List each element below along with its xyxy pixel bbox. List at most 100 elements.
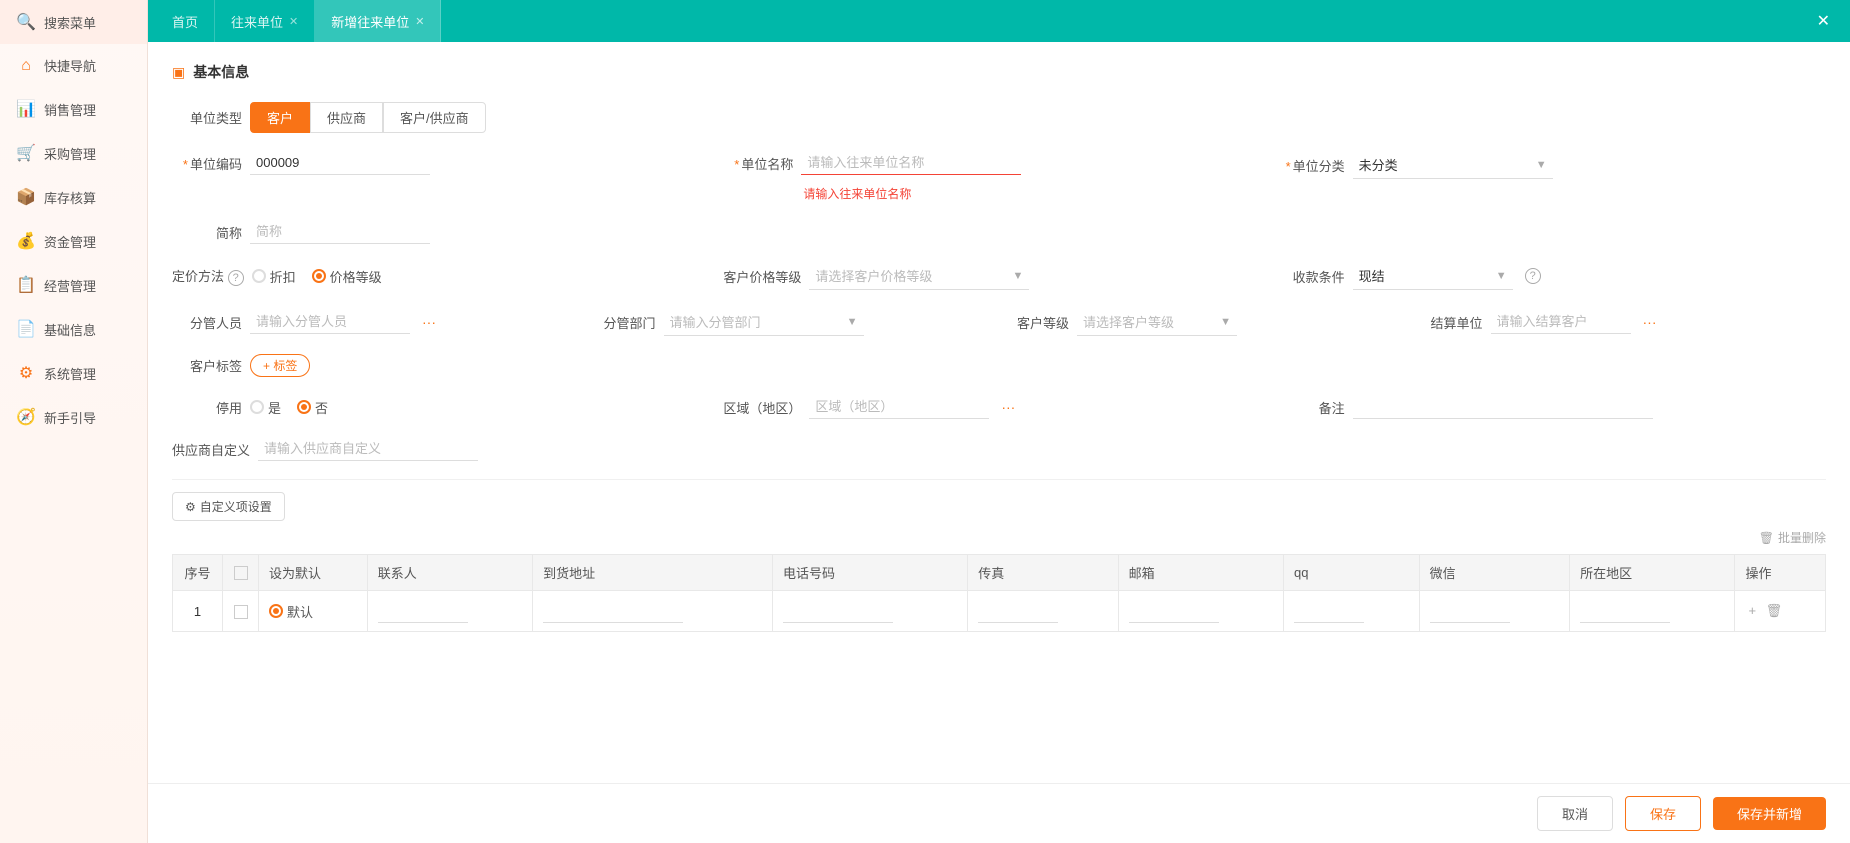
custom-settings-gear-icon: ⚙	[185, 500, 196, 514]
manager-input[interactable]	[250, 310, 410, 334]
select-all-checkbox[interactable]	[234, 566, 248, 580]
unit-category-select[interactable]: 未分类 ▼	[1353, 151, 1553, 179]
row-checkbox[interactable]	[234, 605, 248, 619]
row-default-dot	[273, 608, 279, 614]
remark-label: 备注	[1275, 398, 1345, 417]
customer-price-level-label: 客户价格等级	[723, 267, 801, 286]
region-input[interactable]	[809, 395, 989, 419]
abbr-group: 简称	[172, 220, 1826, 244]
save-button[interactable]: 保存	[1625, 796, 1701, 831]
batch-delete-button[interactable]: 🗑 批量删除	[1759, 529, 1826, 546]
payment-terms-help-icon[interactable]: ?	[1525, 268, 1541, 284]
fax-input[interactable]	[978, 599, 1058, 623]
unit-category-label: *单位分类	[1275, 156, 1345, 175]
sidebar-item-purchase[interactable]: 🛒 采购管理	[0, 131, 147, 175]
settlement-label: 结算单位	[1413, 313, 1483, 332]
customer-level-label: 客户等级	[999, 313, 1069, 332]
phone-input[interactable]	[783, 599, 893, 623]
payment-terms-label: 收款条件	[1275, 267, 1345, 286]
tag-add-label: + 标签	[263, 357, 297, 374]
unit-name-group: *单位名称 请输入往来单位名称	[723, 151, 1274, 202]
sidebar-item-basic-info[interactable]: 📄 基础信息	[0, 307, 147, 351]
section-header: ▣ 基本信息	[172, 62, 1826, 82]
sidebar-item-finance[interactable]: 💰 资金管理	[0, 219, 147, 263]
sidebar-item-sales[interactable]: 📊 销售管理	[0, 87, 147, 131]
customer-price-level-placeholder: 请选择客户价格等级	[815, 266, 1008, 285]
region-table-input[interactable]	[1580, 599, 1670, 623]
wechat-input[interactable]	[1430, 599, 1510, 623]
pricing-discount-circle	[252, 269, 266, 283]
section-title: 基本信息	[193, 62, 249, 82]
sidebar-item-system[interactable]: ⚙ 系统管理	[0, 351, 147, 395]
abbr-input[interactable]	[250, 220, 430, 244]
tab-add-counterparty-close[interactable]: ✕	[415, 15, 424, 28]
cell-phone	[773, 591, 968, 632]
row-add-btn[interactable]: +	[1745, 603, 1759, 618]
save-new-button[interactable]: 保存并新增	[1713, 797, 1826, 830]
tab-home[interactable]: 首页	[156, 0, 215, 42]
col-region: 所在地区	[1570, 555, 1735, 591]
cell-address	[533, 591, 773, 632]
sidebar-item-inventory[interactable]: 📦 库存核算	[0, 175, 147, 219]
section-icon: ▣	[172, 64, 185, 81]
row-delete-btn[interactable]: 🗑	[1763, 603, 1786, 618]
unit-type-label: 单位类型	[172, 108, 242, 127]
col-action: 操作	[1735, 555, 1826, 591]
guide-icon: 🧭	[16, 407, 36, 427]
pricing-discount-radio[interactable]: 折扣	[252, 267, 296, 286]
settlement-more-btn[interactable]: ···	[1639, 314, 1661, 330]
disabled-group: 停用 是 否	[172, 398, 723, 417]
tab-counterparty-close[interactable]: ✕	[289, 15, 298, 28]
tab-bar: 首页 往来单位 ✕ 新增往来单位 ✕ ✕	[148, 0, 1850, 42]
sidebar-item-search[interactable]: 🔍 搜索菜单	[0, 0, 147, 44]
disabled-yes-radio[interactable]: 是	[250, 398, 281, 417]
qq-input[interactable]	[1294, 599, 1364, 623]
pricing-help-icon[interactable]: ?	[228, 270, 244, 286]
cell-action: + 🗑	[1735, 591, 1826, 632]
disabled-no-circle	[297, 400, 311, 414]
unit-name-input[interactable]	[801, 151, 1021, 175]
basic-info-icon: 📄	[16, 319, 36, 339]
pricing-level-radio[interactable]: 价格等级	[312, 267, 382, 286]
settlement-input[interactable]	[1491, 310, 1631, 334]
email-input[interactable]	[1129, 599, 1219, 623]
unit-code-input[interactable]	[250, 151, 430, 175]
unit-type-both-btn[interactable]: 客户/供应商	[383, 102, 486, 133]
contact-input[interactable]	[378, 599, 468, 623]
customer-level-placeholder: 请选择客户等级	[1083, 312, 1216, 331]
department-select[interactable]: 请输入分管部门 ▼	[664, 308, 864, 336]
customer-price-level-select[interactable]: 请选择客户价格等级 ▼	[809, 262, 1029, 290]
tag-add-button[interactable]: + 标签	[250, 354, 310, 377]
sidebar-item-quick-nav-label: 快捷导航	[44, 56, 96, 75]
tab-counterparty[interactable]: 往来单位 ✕	[215, 0, 315, 42]
col-checkbox[interactable]	[223, 555, 259, 591]
address-input[interactable]	[543, 599, 683, 623]
main-area: 首页 往来单位 ✕ 新增往来单位 ✕ ✕ ▣ 基本信息 单位类型 客户 供应商 …	[148, 0, 1850, 843]
col-address: 到货地址	[533, 555, 773, 591]
sidebar-item-operations[interactable]: 📋 经营管理	[0, 263, 147, 307]
window-close-button[interactable]: ✕	[1805, 11, 1842, 31]
region-more-btn[interactable]: ···	[997, 399, 1019, 415]
cell-email	[1118, 591, 1283, 632]
disabled-no-radio[interactable]: 否	[297, 398, 328, 417]
unit-type-supplier-btn[interactable]: 供应商	[310, 102, 383, 133]
manager-more-btn[interactable]: ···	[418, 314, 440, 330]
remark-input[interactable]	[1353, 395, 1653, 419]
disabled-row: 停用 是 否 区域（地区） ···	[172, 395, 1826, 419]
tab-add-counterparty[interactable]: 新增往来单位 ✕	[315, 0, 441, 42]
customer-price-level-chevron: ▼	[1012, 270, 1023, 282]
unit-code-group: *单位编码	[172, 151, 723, 175]
payment-terms-select[interactable]: 现结 ▼	[1353, 262, 1513, 290]
supplier-custom-input[interactable]	[258, 437, 478, 461]
search-icon: 🔍	[16, 12, 36, 32]
custom-settings-button[interactable]: ⚙ 自定义项设置	[172, 492, 285, 521]
sidebar-item-guide[interactable]: 🧭 新手引导	[0, 395, 147, 439]
manager-group: 分管人员 ···	[172, 310, 586, 334]
sidebar: 🔍 搜索菜单 ⌂ 快捷导航 📊 销售管理 🛒 采购管理 📦 库存核算 💰 资金管…	[0, 0, 148, 843]
customer-level-select[interactable]: 请选择客户等级 ▼	[1077, 308, 1237, 336]
unit-type-customer-btn[interactable]: 客户	[250, 102, 310, 133]
cancel-button[interactable]: 取消	[1537, 796, 1613, 831]
sidebar-item-quick-nav[interactable]: ⌂ 快捷导航	[0, 44, 147, 87]
row-default-radio[interactable]: 默认	[269, 602, 357, 621]
cell-fax	[968, 591, 1118, 632]
